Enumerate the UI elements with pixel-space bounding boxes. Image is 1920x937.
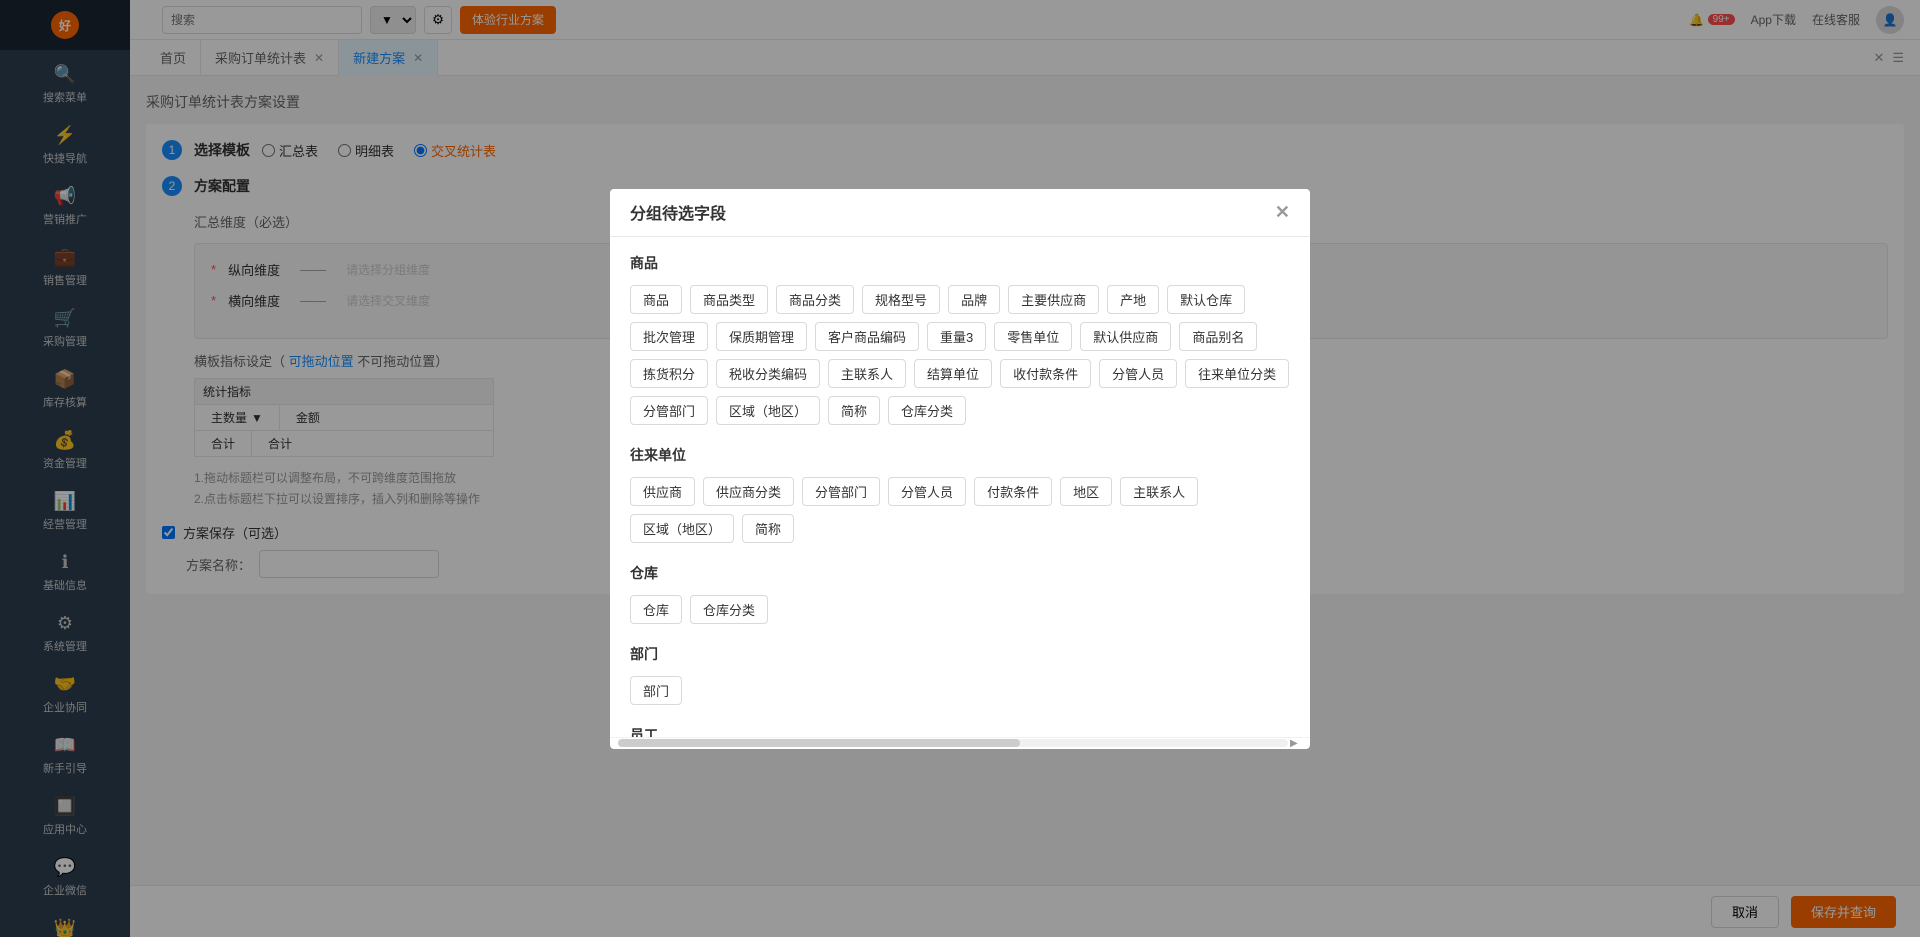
field-section-title-4: 员工 [630,725,1290,737]
modal-overlay: 分组待选字段 ✕ 商品商品商品类型商品分类规格型号品牌主要供应商产地默认仓库批次… [0,0,1920,937]
field-tag-2-0[interactable]: 仓库 [630,595,682,624]
field-tag-0-0[interactable]: 商品 [630,285,682,314]
hscroll-thumb [618,739,1020,747]
field-tags-2: 仓库仓库分类 [630,595,1290,624]
field-tag-0-18[interactable]: 结算单位 [914,359,992,388]
field-tag-0-25[interactable]: 仓库分类 [888,396,966,425]
field-tag-0-1[interactable]: 商品类型 [690,285,768,314]
field-tag-0-14[interactable]: 商品别名 [1179,322,1257,351]
field-section-2: 仓库仓库仓库分类 [630,563,1290,624]
field-section-0: 商品商品商品类型商品分类规格型号品牌主要供应商产地默认仓库批次管理保质期管理客户… [630,253,1290,425]
field-tag-1-6[interactable]: 主联系人 [1120,477,1198,506]
field-tag-0-11[interactable]: 重量3 [927,322,986,351]
field-section-title-0: 商品 [630,253,1290,273]
field-tag-1-0[interactable]: 供应商 [630,477,695,506]
field-tag-0-21[interactable]: 往来单位分类 [1185,359,1289,388]
field-tag-2-1[interactable]: 仓库分类 [690,595,768,624]
modal-title: 分组待选字段 [630,200,726,224]
field-tag-1-2[interactable]: 分管部门 [802,477,880,506]
field-tag-0-7[interactable]: 默认仓库 [1167,285,1245,314]
modal: 分组待选字段 ✕ 商品商品商品类型商品分类规格型号品牌主要供应商产地默认仓库批次… [610,189,1310,749]
field-tag-0-10[interactable]: 客户商品编码 [815,322,919,351]
field-tag-0-2[interactable]: 商品分类 [776,285,854,314]
field-tag-0-5[interactable]: 主要供应商 [1008,285,1099,314]
field-section-title-3: 部门 [630,644,1290,664]
field-tag-0-16[interactable]: 税收分类编码 [716,359,820,388]
field-tag-0-6[interactable]: 产地 [1107,285,1159,314]
field-tag-0-23[interactable]: 区域（地区） [716,396,820,425]
modal-close-button[interactable]: ✕ [1275,202,1290,223]
field-tag-0-3[interactable]: 规格型号 [862,285,940,314]
field-section-title-1: 往来单位 [630,445,1290,465]
field-tag-0-20[interactable]: 分管人员 [1099,359,1177,388]
field-tag-0-15[interactable]: 拣货积分 [630,359,708,388]
hscroll-right-arrow[interactable]: ▶ [1290,738,1302,749]
field-section-1: 往来单位供应商供应商分类分管部门分管人员付款条件地区主联系人区域（地区） 简称 [630,445,1290,543]
field-section-3: 部门部门 [630,644,1290,705]
modal-hscroll-bar: ▶ [610,737,1310,749]
field-tag-0-22[interactable]: 分管部门 [630,396,708,425]
field-tag-1-7[interactable]: 区域（地区） [630,514,734,543]
field-tag-0-24[interactable]: 简称 [828,396,880,425]
field-tag-0-13[interactable]: 默认供应商 [1080,322,1171,351]
field-tag-1-1[interactable]: 供应商分类 [703,477,794,506]
field-tag-0-17[interactable]: 主联系人 [828,359,906,388]
field-tags-0: 商品商品类型商品分类规格型号品牌主要供应商产地默认仓库批次管理保质期管理客户商品… [630,285,1290,425]
field-tags-3: 部门 [630,676,1290,705]
field-tag-1-5[interactable]: 地区 [1060,477,1112,506]
field-tag-0-19[interactable]: 收付款条件 [1000,359,1091,388]
modal-header: 分组待选字段 ✕ [610,189,1310,237]
field-tag-0-12[interactable]: 零售单位 [994,322,1072,351]
field-section-title-2: 仓库 [630,563,1290,583]
field-tag-0-9[interactable]: 保质期管理 [716,322,807,351]
modal-body: 商品商品商品类型商品分类规格型号品牌主要供应商产地默认仓库批次管理保质期管理客户… [610,237,1310,737]
field-tag-1-3[interactable]: 分管人员 [888,477,966,506]
hscroll-track [618,739,1288,747]
field-tag-3-0[interactable]: 部门 [630,676,682,705]
field-tag-1-4[interactable]: 付款条件 [974,477,1052,506]
modal-scroll-container[interactable]: 商品商品商品类型商品分类规格型号品牌主要供应商产地默认仓库批次管理保质期管理客户… [610,237,1310,737]
field-tags-1: 供应商供应商分类分管部门分管人员付款条件地区主联系人区域（地区） 简称 [630,477,1290,543]
field-tag-0-8[interactable]: 批次管理 [630,322,708,351]
field-tag-1-8[interactable]: 简称 [742,514,794,543]
field-section-4: 员工业务员 [630,725,1290,737]
field-tag-0-4[interactable]: 品牌 [948,285,1000,314]
